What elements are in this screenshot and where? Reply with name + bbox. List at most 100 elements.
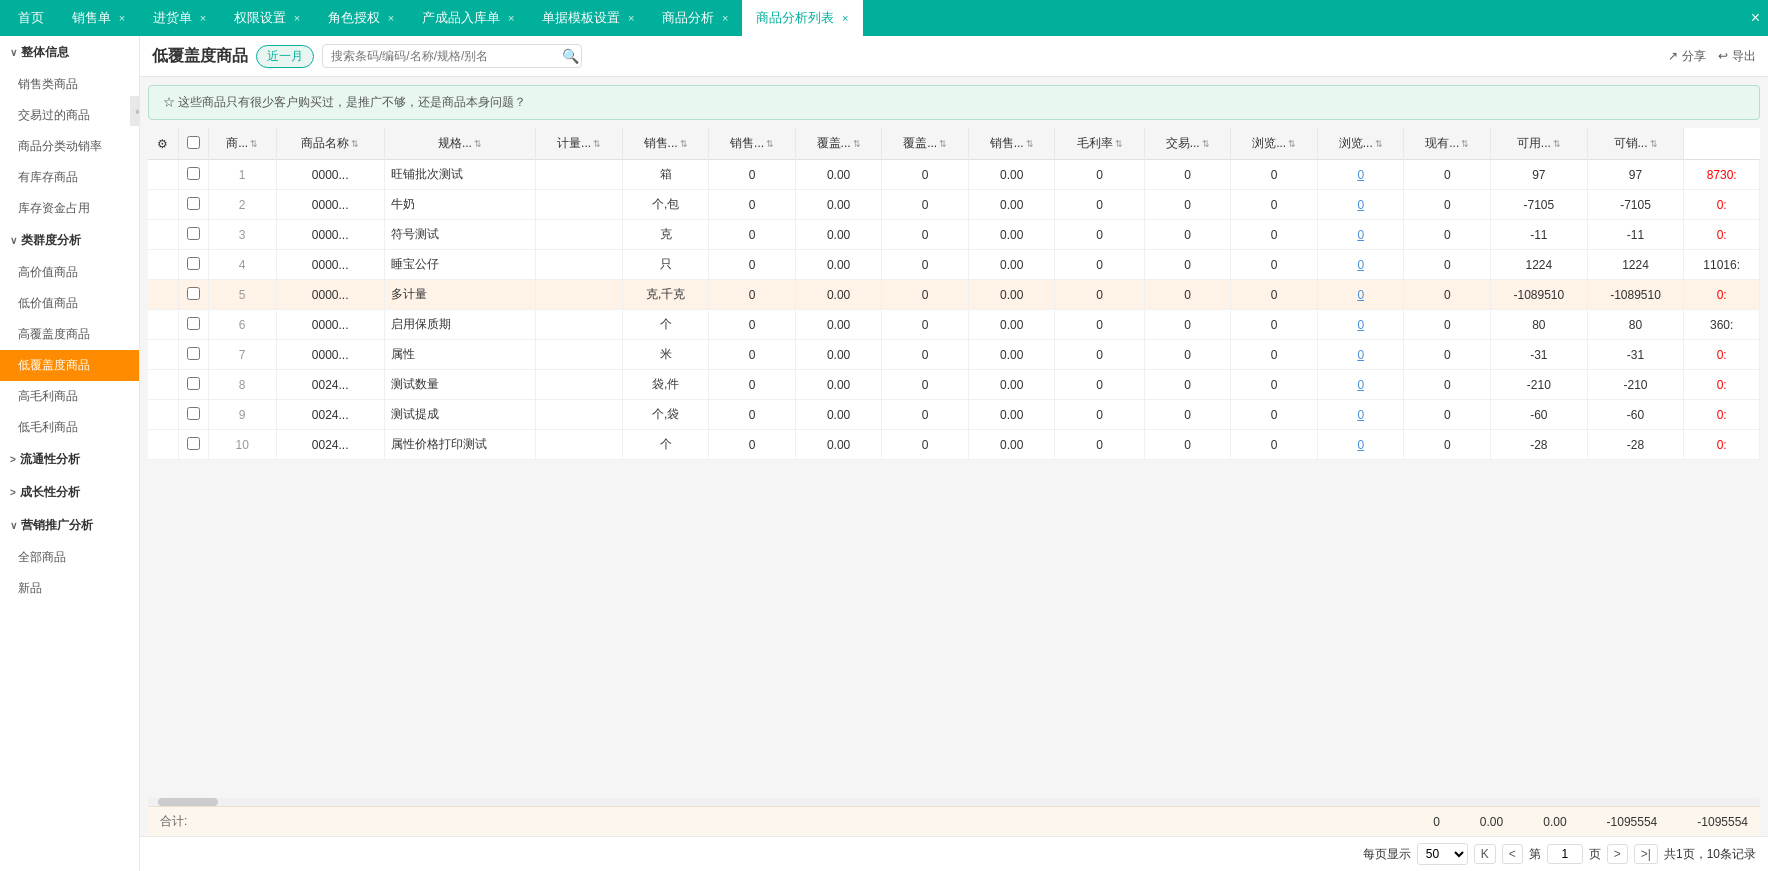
row-browse1[interactable]: 0 bbox=[1317, 250, 1404, 280]
row-checkbox[interactable] bbox=[178, 400, 208, 430]
search-input[interactable] bbox=[322, 44, 582, 68]
col-unit[interactable]: 计量...⇅ bbox=[536, 128, 623, 160]
sidebar-item-stocked-goods[interactable]: 有库存商品 bbox=[0, 162, 139, 193]
col-stock2[interactable]: 可用...⇅ bbox=[1491, 128, 1588, 160]
close-all-button[interactable]: × bbox=[1751, 9, 1760, 27]
sidebar-item-high-coverage[interactable]: 高覆盖度商品 bbox=[0, 319, 139, 350]
nav-tab-template[interactable]: 单据模板设置 × bbox=[528, 0, 648, 36]
search-icon[interactable]: 🔍 bbox=[562, 48, 579, 64]
row-checkbox[interactable] bbox=[178, 250, 208, 280]
col-sales3[interactable]: 销售...⇅ bbox=[968, 128, 1055, 160]
row-checkbox[interactable] bbox=[178, 340, 208, 370]
close-icon[interactable]: × bbox=[200, 12, 206, 24]
row-select-checkbox[interactable] bbox=[187, 407, 200, 420]
sidebar-item-low-coverage[interactable]: 低覆盖度商品 bbox=[0, 350, 139, 381]
select-all-checkbox[interactable] bbox=[187, 136, 200, 149]
page-number-input[interactable] bbox=[1547, 844, 1583, 864]
row-stock3: 0: bbox=[1684, 280, 1760, 310]
col-stock1[interactable]: 现有...⇅ bbox=[1404, 128, 1491, 160]
nav-tab-product[interactable]: 产成品入库单 × bbox=[408, 0, 528, 36]
sidebar-item-sales-goods[interactable]: 销售类商品 bbox=[0, 69, 139, 100]
row-checkbox[interactable] bbox=[178, 160, 208, 190]
sidebar-section-overview[interactable]: ∨ 整体信息 bbox=[0, 36, 139, 69]
row-select-checkbox[interactable] bbox=[187, 317, 200, 330]
row-checkbox[interactable] bbox=[178, 310, 208, 340]
row-checkbox[interactable] bbox=[178, 280, 208, 310]
row-browse1[interactable]: 0 bbox=[1317, 310, 1404, 340]
row-select-checkbox[interactable] bbox=[187, 437, 200, 450]
col-browse2[interactable]: 浏览...⇅ bbox=[1317, 128, 1404, 160]
col-sales-qty[interactable]: 销售...⇅ bbox=[622, 128, 709, 160]
scrollbar-thumb[interactable] bbox=[158, 798, 218, 806]
col-spec[interactable]: 规格...⇅ bbox=[384, 128, 536, 160]
sidebar-section-growth[interactable]: > 成长性分析 bbox=[0, 476, 139, 509]
prev-page-button[interactable]: < bbox=[1502, 844, 1523, 864]
nav-tab-sales[interactable]: 销售单 × bbox=[58, 0, 139, 36]
row-browse1[interactable]: 0 bbox=[1317, 190, 1404, 220]
col-sales-amt[interactable]: 销售...⇅ bbox=[709, 128, 796, 160]
col-browse1[interactable]: 浏览...⇅ bbox=[1231, 128, 1318, 160]
sidebar-item-new-goods[interactable]: 新品 bbox=[0, 573, 139, 604]
row-select-checkbox[interactable] bbox=[187, 287, 200, 300]
sidebar-item-traded-goods[interactable]: 交易过的商品 bbox=[0, 100, 139, 131]
row-select-checkbox[interactable] bbox=[187, 347, 200, 360]
sidebar-item-low-value[interactable]: 低价值商品 bbox=[0, 288, 139, 319]
row-browse1[interactable]: 0 bbox=[1317, 220, 1404, 250]
row-browse1[interactable]: 0 bbox=[1317, 340, 1404, 370]
sidebar-item-high-margin[interactable]: 高毛利商品 bbox=[0, 381, 139, 412]
close-icon[interactable]: × bbox=[508, 12, 514, 24]
close-icon[interactable]: × bbox=[628, 12, 634, 24]
row-sales3: 0 bbox=[1055, 280, 1145, 310]
row-select-checkbox[interactable] bbox=[187, 227, 200, 240]
row-browse1[interactable]: 0 bbox=[1317, 160, 1404, 190]
row-browse1[interactable]: 0 bbox=[1317, 370, 1404, 400]
row-checkbox[interactable] bbox=[178, 370, 208, 400]
col-code[interactable]: 商...⇅ bbox=[208, 128, 276, 160]
row-select-checkbox[interactable] bbox=[187, 377, 200, 390]
row-browse1[interactable]: 0 bbox=[1317, 280, 1404, 310]
first-page-button[interactable]: K bbox=[1474, 844, 1496, 864]
nav-tab-home[interactable]: 首页 bbox=[4, 0, 58, 36]
page-size-select[interactable]: 50 100 200 bbox=[1417, 843, 1468, 865]
close-icon[interactable]: × bbox=[842, 12, 848, 24]
sidebar-item-all-goods[interactable]: 全部商品 bbox=[0, 542, 139, 573]
col-cover1[interactable]: 覆盖...⇅ bbox=[795, 128, 882, 160]
close-icon[interactable]: × bbox=[722, 12, 728, 24]
sidebar-item-inventory-capital[interactable]: 库存资金占用 bbox=[0, 193, 139, 224]
row-checkbox[interactable] bbox=[178, 220, 208, 250]
horizontal-scrollbar[interactable] bbox=[148, 798, 1760, 806]
sidebar-collapse-button[interactable]: « bbox=[130, 96, 140, 126]
row-browse1[interactable]: 0 bbox=[1317, 400, 1404, 430]
sidebar-item-category-sales-rate[interactable]: 商品分类动销率 bbox=[0, 131, 139, 162]
sidebar-section-marketing[interactable]: ∨ 营销推广分析 bbox=[0, 509, 139, 542]
col-stock3[interactable]: 可销...⇅ bbox=[1587, 128, 1684, 160]
col-name[interactable]: 商品名称⇅ bbox=[276, 128, 384, 160]
nav-tab-permission[interactable]: 权限设置 × bbox=[220, 0, 314, 36]
nav-tab-analysis-list[interactable]: 商品分析列表 × bbox=[742, 0, 862, 36]
share-button[interactable]: ↗ 分享 bbox=[1668, 48, 1706, 65]
last-page-button[interactable]: >| bbox=[1634, 844, 1658, 864]
close-icon[interactable]: × bbox=[294, 12, 300, 24]
row-select-checkbox[interactable] bbox=[187, 257, 200, 270]
sidebar-section-cluster[interactable]: ∨ 类群度分析 bbox=[0, 224, 139, 257]
nav-tab-analysis[interactable]: 商品分析 × bbox=[648, 0, 742, 36]
filter-period-button[interactable]: 近一月 bbox=[256, 45, 314, 68]
row-select-checkbox[interactable] bbox=[187, 197, 200, 210]
nav-tab-purchase[interactable]: 进货单 × bbox=[139, 0, 220, 36]
row-checkbox[interactable] bbox=[178, 190, 208, 220]
col-settings[interactable]: ⚙ bbox=[148, 128, 178, 160]
col-cover2[interactable]: 覆盖...⇅ bbox=[882, 128, 969, 160]
close-icon[interactable]: × bbox=[388, 12, 394, 24]
row-select-checkbox[interactable] bbox=[187, 167, 200, 180]
row-browse1[interactable]: 0 bbox=[1317, 430, 1404, 460]
col-gross[interactable]: 毛利率⇅ bbox=[1055, 128, 1145, 160]
row-checkbox[interactable] bbox=[178, 430, 208, 460]
next-page-button[interactable]: > bbox=[1607, 844, 1628, 864]
sidebar-section-liquidity[interactable]: > 流通性分析 bbox=[0, 443, 139, 476]
export-button[interactable]: ↩ 导出 bbox=[1718, 48, 1756, 65]
close-icon[interactable]: × bbox=[119, 12, 125, 24]
nav-tab-role[interactable]: 角色授权 × bbox=[314, 0, 408, 36]
sidebar-item-high-value[interactable]: 高价值商品 bbox=[0, 257, 139, 288]
sidebar-item-low-margin[interactable]: 低毛利商品 bbox=[0, 412, 139, 443]
col-trade[interactable]: 交易...⇅ bbox=[1144, 128, 1231, 160]
